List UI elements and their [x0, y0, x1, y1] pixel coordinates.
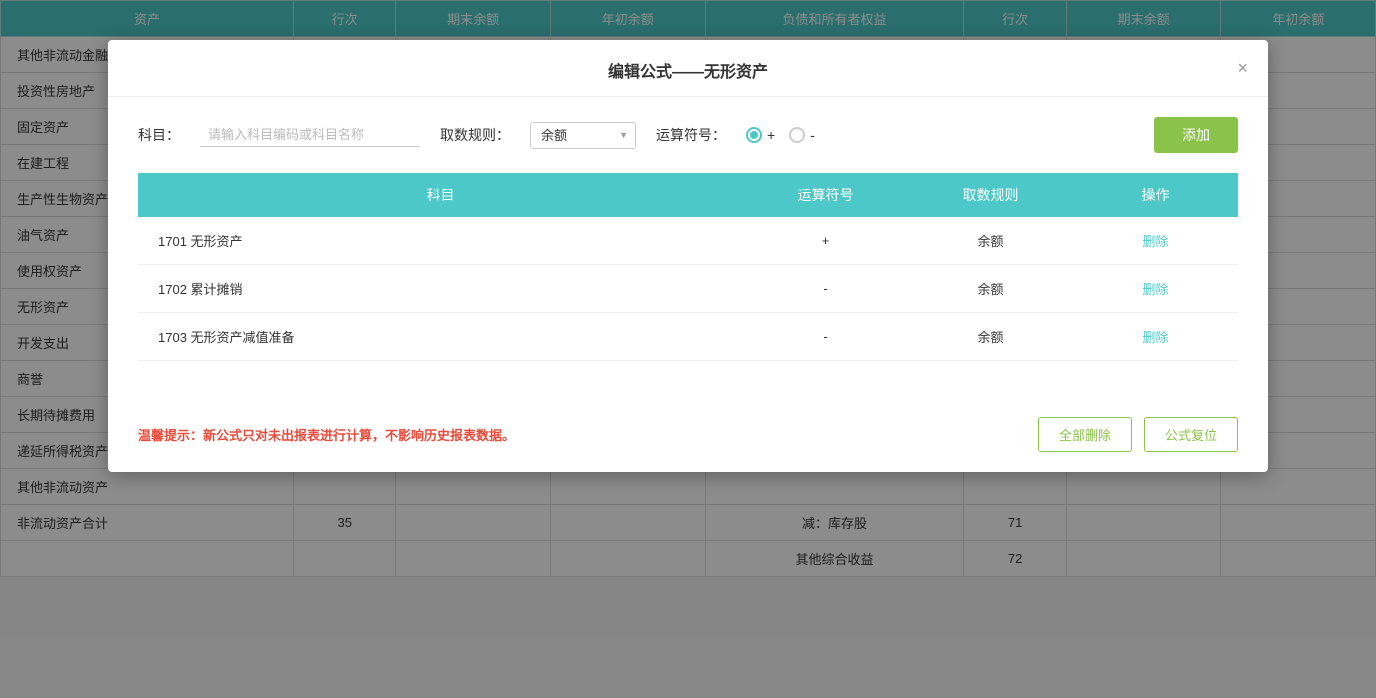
th-action: 操作 [1073, 173, 1238, 217]
cell-subject: 1701 无形资产 [138, 217, 743, 265]
cell-operator: - [743, 313, 908, 361]
modal-body: 科目： 取数规则： 余额 借方发生额 贷方发生额 运算符号： + - [108, 97, 1268, 401]
footer-tip: 温馨提示：新公式只对未出报表进行计算，不影响历史报表数据。 [138, 425, 515, 444]
cell-rule: 余额 [908, 217, 1073, 265]
table-header-row: 科目 运算符号 取数规则 操作 [138, 173, 1238, 217]
radio-minus-label: - [810, 127, 815, 143]
radio-plus[interactable]: + [746, 127, 775, 143]
rule-select[interactable]: 余额 借方发生额 贷方发生额 [530, 122, 636, 149]
th-subject: 科目 [138, 173, 743, 217]
subject-input[interactable] [200, 123, 420, 147]
reset-formula-button[interactable]: 公式复位 [1144, 417, 1238, 452]
radio-plus-circle [746, 127, 762, 143]
cell-rule: 余额 [908, 313, 1073, 361]
rule-select-wrapper: 余额 借方发生额 贷方发生额 [530, 122, 636, 149]
cell-operator: + [743, 217, 908, 265]
delete-all-button[interactable]: 全部删除 [1038, 417, 1132, 452]
footer-buttons: 全部删除 公式复位 [1038, 417, 1238, 452]
delete-link[interactable]: 删除 [1142, 234, 1168, 249]
operator-radio-group: + - [746, 127, 815, 143]
radio-plus-label: + [767, 127, 775, 143]
cell-operator: - [743, 265, 908, 313]
tip-highlight: 新公式只对未出报表进行计算，不影响历史报表数据。 [203, 428, 515, 443]
modal-header: 编辑公式——无形资产 × [108, 40, 1268, 97]
modal-footer: 温馨提示：新公式只对未出报表进行计算，不影响历史报表数据。 全部删除 公式复位 [108, 401, 1268, 472]
cell-subject: 1702 累计摊销 [138, 265, 743, 313]
rule-label: 取数规则： [440, 125, 510, 145]
tip-prefix: 温馨提示： [138, 428, 203, 443]
add-button[interactable]: 添加 [1154, 117, 1238, 153]
operator-label: 运算符号： [656, 125, 726, 145]
formula-table: 科目 运算符号 取数规则 操作 1701 无形资产+余额删除1702 累计摊销-… [138, 173, 1238, 361]
cell-action: 删除 [1073, 217, 1238, 265]
table-row: 1702 累计摊销-余额 删除 [138, 265, 1238, 313]
formula-form-row: 科目： 取数规则： 余额 借方发生额 贷方发生额 运算符号： + - [138, 117, 1238, 153]
table-row: 1703 无形资产减值准备-余额 删除 [138, 313, 1238, 361]
edit-formula-modal: 编辑公式——无形资产 × 科目： 取数规则： 余额 借方发生额 贷方发生额 运算… [108, 40, 1268, 472]
th-rule: 取数规则 [908, 173, 1073, 217]
th-operator: 运算符号 [743, 173, 908, 217]
cell-rule: 余额 [908, 265, 1073, 313]
subject-label: 科目： [138, 125, 180, 145]
delete-link[interactable]: 删除 [1142, 330, 1168, 345]
radio-minus-circle [789, 127, 805, 143]
table-row: 1701 无形资产+余额 删除 [138, 217, 1238, 265]
modal-title: 编辑公式——无形资产 [608, 58, 768, 82]
cell-subject: 1703 无形资产减值准备 [138, 313, 743, 361]
modal-close-button[interactable]: × [1237, 59, 1248, 77]
cell-action: 删除 [1073, 313, 1238, 361]
delete-link[interactable]: 删除 [1142, 282, 1168, 297]
radio-minus[interactable]: - [789, 127, 815, 143]
cell-action: 删除 [1073, 265, 1238, 313]
